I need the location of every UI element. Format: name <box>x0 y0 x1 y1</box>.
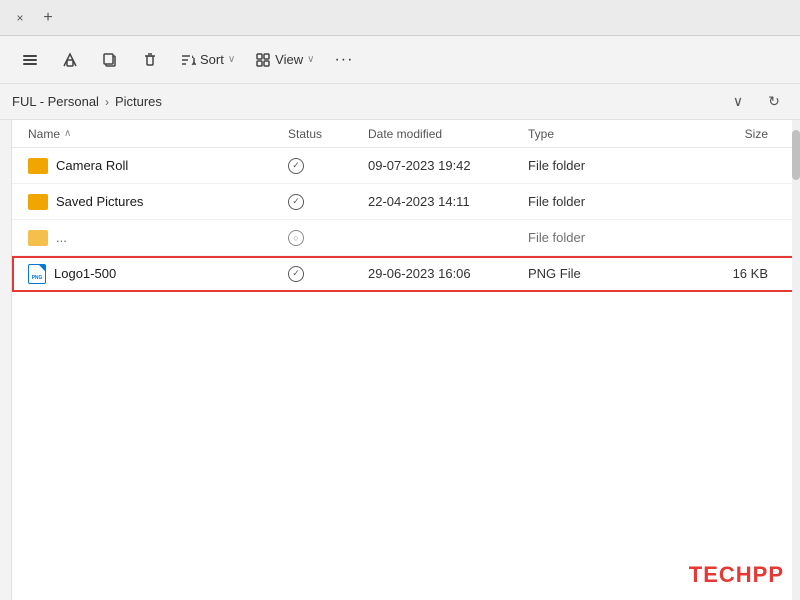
status-sync-icon: ○ <box>288 230 304 246</box>
folder-icon <box>28 158 48 174</box>
delete-icon <box>142 52 158 68</box>
main-layout: Name ∧ Status Date modified Type Size Ca… <box>0 120 800 600</box>
column-name-header[interactable]: Name ∧ <box>28 127 288 141</box>
sort-icon <box>180 52 196 68</box>
tab-bar: × + <box>0 0 800 36</box>
file-status-cell: ✓ <box>288 266 368 282</box>
sort-chevron-icon: ∨ <box>228 54 235 65</box>
file-date-cell: 09-07-2023 19:42 <box>368 158 528 173</box>
status-check-icon: ✓ <box>288 194 304 210</box>
table-row[interactable]: Camera Roll ✓ 09-07-2023 19:42File folder <box>12 148 800 184</box>
name-sort-arrow: ∧ <box>64 128 71 139</box>
scrollbar-track[interactable] <box>792 120 800 600</box>
watermark-text2: PP <box>753 562 784 587</box>
file-name-text: Logo1-500 <box>54 266 116 281</box>
file-list: Camera Roll✓09-07-2023 19:42File folderS… <box>12 148 800 292</box>
file-name-cell: Saved Pictures <box>28 194 288 210</box>
file-area: Name ∧ Status Date modified Type Size Ca… <box>12 120 800 600</box>
toolbar-more-button[interactable]: ··· <box>326 42 361 78</box>
table-row[interactable]: Logo1-500 ✓ 29-06-2023 16:06PNG File16 KB <box>12 256 800 292</box>
folder-icon <box>28 194 48 210</box>
view-icon <box>255 52 271 68</box>
file-name-cell: Logo1-500 <box>28 264 288 284</box>
breadcrumb: FUL - Personal › Pictures ∨ ↻ <box>0 84 800 120</box>
png-file-icon <box>28 264 46 284</box>
column-status-header: Status <box>288 127 368 141</box>
toolbar-share-button[interactable] <box>52 42 88 78</box>
column-type-header: Type <box>528 127 648 141</box>
toolbar-back-button[interactable] <box>12 42 48 78</box>
more-icon: ··· <box>334 51 353 69</box>
watermark: TECHPP <box>689 562 784 588</box>
chevron-down-icon: ∨ <box>733 93 743 110</box>
view-chevron-icon: ∨ <box>307 54 314 65</box>
column-size-header: Size <box>648 127 784 141</box>
toolbar-view-button[interactable]: View ∨ <box>247 42 322 78</box>
file-status-cell: ○ <box>288 230 368 246</box>
tab-new-button[interactable]: + <box>36 6 60 30</box>
status-check-icon: ✓ <box>288 158 304 174</box>
file-type-cell: File folder <box>528 194 648 209</box>
file-type-cell: File folder <box>528 230 648 245</box>
sidebar <box>0 120 12 600</box>
name-header-label: Name <box>28 127 60 141</box>
back-icon <box>22 52 38 68</box>
file-status-cell: ✓ <box>288 158 368 174</box>
file-type-cell: PNG File <box>528 266 648 281</box>
file-name-cell: ... <box>28 230 288 246</box>
file-status-cell: ✓ <box>288 194 368 210</box>
copy-icon <box>102 52 118 68</box>
table-row[interactable]: Saved Pictures ✓ 22-04-2023 14:11File fold… <box>12 184 800 220</box>
column-headers: Name ∧ Status Date modified Type Size <box>12 120 800 148</box>
watermark-text1: TECH <box>689 562 753 587</box>
share-icon <box>62 52 78 68</box>
breadcrumb-separator: › <box>105 95 109 109</box>
scrollbar-thumb[interactable] <box>792 130 800 180</box>
folder-icon <box>28 230 48 246</box>
file-name-cell: Camera Roll <box>28 158 288 174</box>
file-date-cell: 29-06-2023 16:06 <box>368 266 528 281</box>
file-size-cell: 16 KB <box>648 266 784 281</box>
table-row[interactable]: ... ○ File folder <box>12 220 800 256</box>
file-name-text: Camera Roll <box>56 158 128 173</box>
file-name-text: Saved Pictures <box>56 194 143 209</box>
file-date-cell: 22-04-2023 14:11 <box>368 194 528 209</box>
breadcrumb-path[interactable]: FUL - Personal <box>12 94 99 109</box>
breadcrumb-refresh-button[interactable]: ↻ <box>760 88 788 116</box>
toolbar-sort-button[interactable]: Sort ∨ <box>172 42 243 78</box>
column-date-header: Date modified <box>368 127 528 141</box>
status-check-icon: ✓ <box>288 266 304 282</box>
toolbar-delete-button[interactable] <box>132 42 168 78</box>
view-label: View <box>275 52 303 67</box>
toolbar: Sort ∨ View ∨ ··· <box>0 36 800 84</box>
refresh-icon: ↻ <box>768 93 780 110</box>
breadcrumb-dropdown-button[interactable]: ∨ <box>724 88 752 116</box>
tab-close-button[interactable]: × <box>8 6 32 30</box>
breadcrumb-actions: ∨ ↻ <box>724 88 788 116</box>
breadcrumb-current: Pictures <box>115 94 162 109</box>
toolbar-copy-button[interactable] <box>92 42 128 78</box>
file-name-text: ... <box>56 230 67 245</box>
sort-label: Sort <box>200 52 224 67</box>
file-type-cell: File folder <box>528 158 648 173</box>
